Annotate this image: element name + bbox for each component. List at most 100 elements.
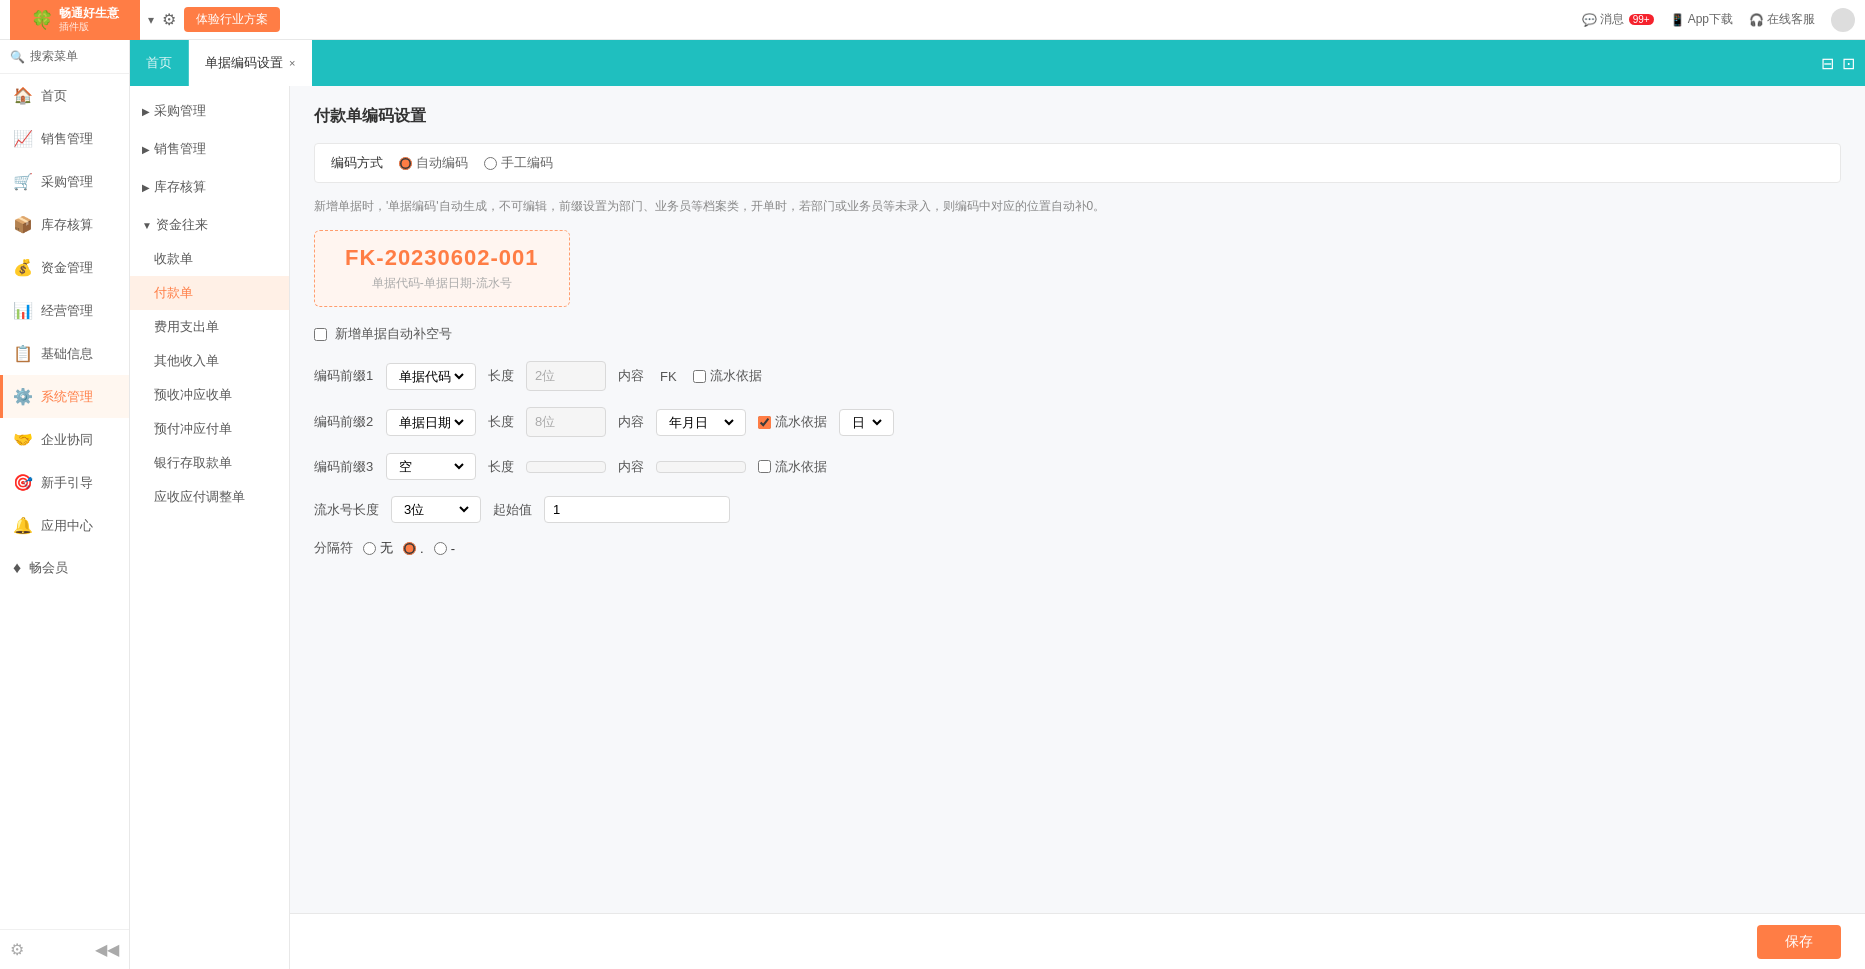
submenu-item-receipt[interactable]: 收款单 bbox=[130, 242, 289, 276]
submenu-group-sales: ▶ 销售管理 bbox=[130, 132, 289, 166]
prefix3-content-value bbox=[656, 461, 746, 473]
prefix3-serial-dep-label: 流水依据 bbox=[775, 458, 827, 476]
submenu-item-pre-payment[interactable]: 预付冲应付单 bbox=[130, 412, 289, 446]
serial-length-select-input[interactable]: 3位 bbox=[400, 501, 472, 518]
radio-group: 自动编码 手工编码 bbox=[399, 154, 553, 172]
auto-fill-row: 新增单据自动补空号 bbox=[314, 325, 1841, 343]
submenu-item-other-income[interactable]: 其他收入单 bbox=[130, 344, 289, 378]
submenu-item-payment[interactable]: 付款单 bbox=[130, 276, 289, 310]
prefix1-select-input[interactable]: 单据代码 bbox=[395, 368, 467, 385]
prefix2-unit-select-input[interactable]: 日 bbox=[848, 414, 885, 431]
save-button[interactable]: 保存 bbox=[1757, 925, 1841, 959]
dropdown-button[interactable]: ▾ bbox=[148, 13, 154, 27]
prefix1-content-label: 内容 bbox=[618, 367, 644, 385]
tab-minimize-button[interactable]: ⊟ bbox=[1821, 54, 1834, 73]
separator-dash-radio[interactable]: - bbox=[434, 541, 455, 556]
sidebar-item-finance[interactable]: 💰 资金管理 bbox=[0, 246, 129, 289]
online-service-item[interactable]: 🎧 在线客服 bbox=[1749, 11, 1815, 28]
sidebar-item-purchase[interactable]: 🛒 采购管理 bbox=[0, 160, 129, 203]
prefix2-select[interactable]: 单据日期 bbox=[386, 409, 476, 436]
prefix2-content-select-input[interactable]: 年月日 bbox=[665, 414, 737, 431]
sidebar-search[interactable]: 🔍 搜索菜单 bbox=[0, 40, 129, 74]
message-badge: 99+ bbox=[1629, 14, 1654, 25]
submenu-item-expense[interactable]: 费用支出单 bbox=[130, 310, 289, 344]
prefix1-serial-dep[interactable]: 流水依据 bbox=[693, 367, 762, 385]
app-download-item[interactable]: 📱 App下载 bbox=[1670, 11, 1733, 28]
sidebar-item-enterprise[interactable]: 🤝 企业协同 bbox=[0, 418, 129, 461]
submenu-funds-title[interactable]: ▼ 资金往来 bbox=[130, 208, 289, 242]
collapse-icon[interactable]: ◀◀ bbox=[95, 940, 119, 959]
submenu-inventory-title[interactable]: ▶ 库存核算 bbox=[130, 170, 289, 204]
prefix1-select[interactable]: 单据代码 bbox=[386, 363, 476, 390]
app-name: 畅通好生意 bbox=[59, 6, 119, 20]
separator-none-input[interactable] bbox=[363, 542, 376, 555]
start-value-input[interactable] bbox=[544, 496, 730, 523]
online-service-label: 在线客服 bbox=[1767, 11, 1815, 28]
submenu-group-funds: ▼ 资金往来 收款单 付款单 费用支出单 其他收入单 预收冲应收单 预付冲应付单… bbox=[130, 208, 289, 514]
close-icon[interactable]: × bbox=[289, 57, 295, 69]
sidebar-item-home[interactable]: 🏠 首页 bbox=[0, 74, 129, 117]
submenu-item-pre-receipt[interactable]: 预收冲应收单 bbox=[130, 378, 289, 412]
sidebar-item-guide[interactable]: 🎯 新手引导 bbox=[0, 461, 129, 504]
prefix1-content-value: FK bbox=[656, 364, 681, 389]
submenu-purchase-title[interactable]: ▶ 采购管理 bbox=[130, 94, 289, 128]
prefix2-select-input[interactable]: 单据日期 bbox=[395, 414, 467, 431]
sidebar-item-label: 首页 bbox=[41, 87, 67, 105]
arrow-right-icon: ▶ bbox=[142, 144, 150, 155]
serial-length-select[interactable]: 3位 bbox=[391, 496, 481, 523]
submenu-item-adjust[interactable]: 应收应付调整单 bbox=[130, 480, 289, 514]
submenu-sales-title[interactable]: ▶ 销售管理 bbox=[130, 132, 289, 166]
submenu-item-bank[interactable]: 银行存取款单 bbox=[130, 446, 289, 480]
separator-dash-input[interactable] bbox=[434, 542, 447, 555]
tab-current[interactable]: 单据编码设置 × bbox=[189, 40, 312, 86]
sidebar-item-inventory[interactable]: 📦 库存核算 bbox=[0, 203, 129, 246]
manual-code-input[interactable] bbox=[484, 157, 497, 170]
manual-code-radio[interactable]: 手工编码 bbox=[484, 154, 553, 172]
prefix3-select-input[interactable]: 空 bbox=[395, 458, 467, 475]
separator-dot-input[interactable] bbox=[403, 542, 416, 555]
tab-expand-button[interactable]: ⊡ bbox=[1842, 54, 1855, 73]
prefix1-serial-dep-checkbox[interactable] bbox=[693, 370, 706, 383]
prefix3-length-label: 长度 bbox=[488, 458, 514, 476]
prefix2-serial-dep[interactable]: 流水依据 bbox=[758, 413, 827, 431]
separator-none-radio[interactable]: 无 bbox=[363, 539, 393, 557]
auto-fill-checkbox[interactable] bbox=[314, 328, 327, 341]
sidebar-item-sales[interactable]: 📈 销售管理 bbox=[0, 117, 129, 160]
inventory-icon: 📦 bbox=[13, 215, 33, 234]
sidebar-item-appcenter[interactable]: 🔔 应用中心 bbox=[0, 504, 129, 547]
logo-icon: 🍀 bbox=[31, 9, 53, 31]
tab-bar: 首页 单据编码设置 × ⊟ ⊡ bbox=[130, 40, 1865, 86]
sidebar-item-operations[interactable]: 📊 经营管理 bbox=[0, 289, 129, 332]
sidebar-item-label: 应用中心 bbox=[41, 517, 93, 535]
auto-code-input[interactable] bbox=[399, 157, 412, 170]
prefix3-select[interactable]: 空 bbox=[386, 453, 476, 480]
experience-button[interactable]: 体验行业方案 bbox=[184, 7, 280, 32]
sidebar-item-base[interactable]: 📋 基础信息 bbox=[0, 332, 129, 375]
sidebar-item-member[interactable]: ♦ 畅会员 bbox=[0, 547, 129, 589]
app-edition: 插件版 bbox=[59, 21, 119, 33]
tab-home[interactable]: 首页 bbox=[130, 40, 189, 86]
prefix3-serial-dep[interactable]: 流水依据 bbox=[758, 458, 827, 476]
prefix2-length-value: 8位 bbox=[526, 407, 606, 437]
sidebar: 🔍 搜索菜单 🏠 首页 📈 销售管理 🛒 采购管理 📦 库存核算 💰 bbox=[0, 40, 130, 969]
code-preview-sub: 单据代码-单据日期-流水号 bbox=[345, 275, 539, 292]
sidebar-item-label: 采购管理 bbox=[41, 173, 93, 191]
submenu-group-purchase: ▶ 采购管理 bbox=[130, 94, 289, 128]
auto-code-radio[interactable]: 自动编码 bbox=[399, 154, 468, 172]
tab-current-label: 单据编码设置 bbox=[205, 54, 283, 72]
separator-dot-label: . bbox=[420, 541, 424, 556]
prefix3-serial-dep-checkbox[interactable] bbox=[758, 460, 771, 473]
sidebar-item-label: 新手引导 bbox=[41, 474, 93, 492]
settings-icon[interactable]: ⚙ bbox=[162, 10, 176, 29]
message-item[interactable]: 💬 消息 99+ bbox=[1582, 11, 1654, 28]
user-item[interactable] bbox=[1831, 8, 1855, 32]
prefix2-row: 编码前缀2 单据日期 长度 8位 内容 年月日 bbox=[314, 407, 1841, 437]
separator-dot-radio[interactable]: . bbox=[403, 541, 424, 556]
prefix2-content-select[interactable]: 年月日 bbox=[656, 409, 746, 436]
sidebar-item-system[interactable]: ⚙️ 系统管理 bbox=[0, 375, 129, 418]
prefix2-serial-dep-checkbox[interactable] bbox=[758, 416, 771, 429]
prefix2-unit-select[interactable]: 日 bbox=[839, 409, 894, 436]
settings-bottom-icon[interactable]: ⚙ bbox=[10, 940, 24, 959]
arrow-down-icon: ▼ bbox=[142, 220, 152, 231]
system-icon: ⚙️ bbox=[13, 387, 33, 406]
